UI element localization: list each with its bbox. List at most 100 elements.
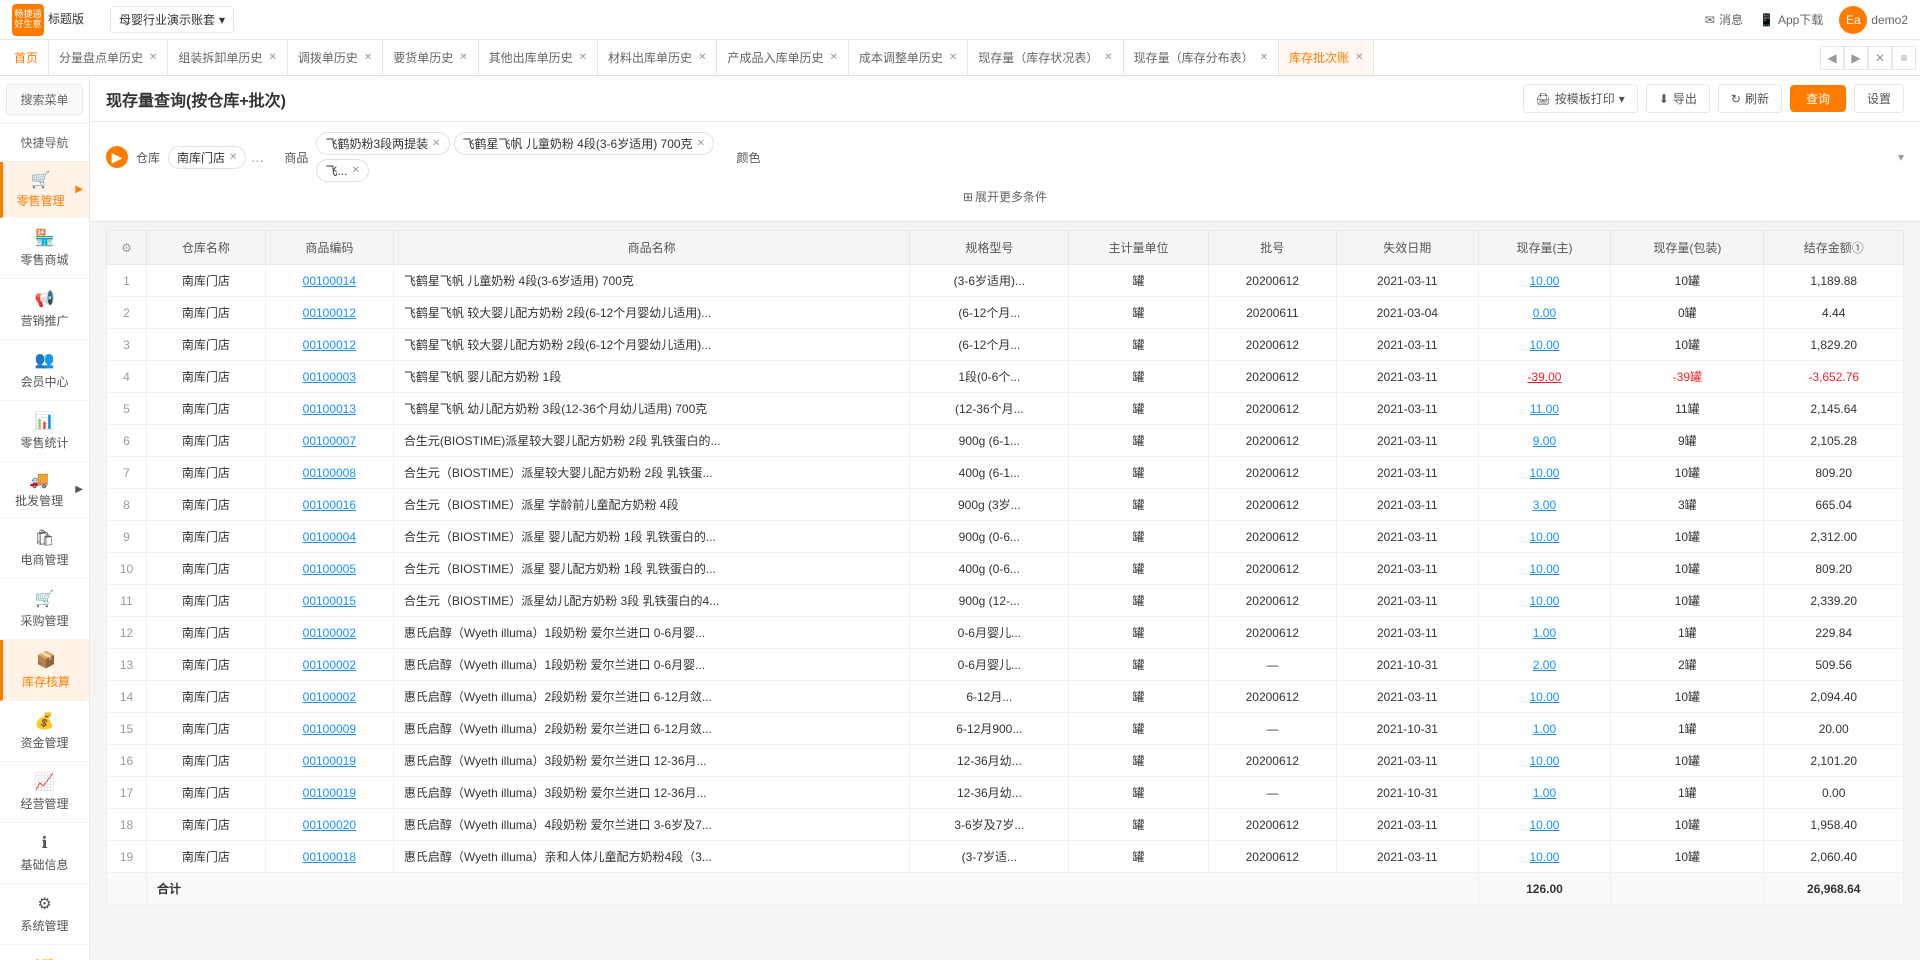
row-qty-main[interactable]: 3.00 (1478, 489, 1611, 521)
tab-close-all-btn[interactable]: ✕ (1868, 46, 1892, 70)
row-code[interactable]: 00100002 (265, 681, 393, 713)
row-code[interactable]: 00100016 (265, 489, 393, 521)
row-qty-main[interactable]: 10.00 (1478, 521, 1611, 553)
sidebar-item-mall[interactable]: 🏪 零售商城 (0, 218, 89, 279)
row-code[interactable]: 00100019 (265, 777, 393, 809)
row-code[interactable]: 00100008 (265, 457, 393, 489)
gear-icon[interactable]: ⚙ (121, 241, 132, 255)
row-code[interactable]: 00100015 (265, 585, 393, 617)
quick-nav-btn[interactable]: 快捷导航 (0, 128, 89, 157)
tab-4[interactable]: 要货单历史 ✕ (383, 40, 478, 76)
row-code[interactable]: 00100005 (265, 553, 393, 585)
row-code[interactable]: 00100009 (265, 713, 393, 745)
row-code[interactable]: 00100004 (265, 521, 393, 553)
row-qty-main[interactable]: 0.00 (1478, 297, 1611, 329)
tab-6-close[interactable]: ✕ (698, 52, 706, 63)
product-tag-2[interactable]: 飞鹤星飞帆 儿童奶粉 4段(3-6岁适用) 700克 ✕ (454, 132, 714, 155)
tab-home[interactable]: 首页 (4, 40, 49, 76)
row-qty-main[interactable]: 1.00 (1478, 617, 1611, 649)
row-code[interactable]: 00100020 (265, 809, 393, 841)
row-qty-main[interactable]: 10.00 (1478, 585, 1611, 617)
message-btn[interactable]: ✉ 消息 (1705, 11, 1743, 28)
sidebar-item-system[interactable]: ⚙ 系统管理 (0, 884, 89, 945)
row-code[interactable]: 00100003 (265, 361, 393, 393)
row-code[interactable]: 00100013 (265, 393, 393, 425)
row-code[interactable]: 00100018 (265, 841, 393, 873)
row-qty-main[interactable]: 9.00 (1478, 425, 1611, 457)
row-code[interactable]: 00100012 (265, 297, 393, 329)
row-qty-main[interactable]: 11.00 (1478, 393, 1611, 425)
col-settings[interactable]: ⚙ (107, 231, 147, 265)
sidebar-item-purchase[interactable]: 🛒 采购管理 (0, 579, 89, 640)
row-code[interactable]: 00100019 (265, 745, 393, 777)
tab-menu-btn[interactable]: ≡ (1892, 46, 1916, 70)
sidebar-item-inventory[interactable]: 📦 库存核算 (0, 640, 89, 701)
warehouse-tag-1-close[interactable]: ✕ (229, 152, 237, 163)
tab-11[interactable]: 库存批次账 ✕ (1279, 40, 1374, 76)
row-code[interactable]: 00100007 (265, 425, 393, 457)
tab-9[interactable]: 现存量（库存状况表） ✕ (968, 40, 1123, 76)
tab-5-close[interactable]: ✕ (579, 52, 587, 63)
settings-btn[interactable]: 设置 (1854, 84, 1904, 113)
tab-8[interactable]: 成本调整单历史 ✕ (849, 40, 968, 76)
sidebar-item-operations[interactable]: 📈 经营管理 (0, 762, 89, 823)
sidebar-item-finance[interactable]: 💰 资金管理 (0, 701, 89, 762)
row-qty-main[interactable]: 10.00 (1478, 745, 1611, 777)
row-qty-main[interactable]: 1.00 (1478, 777, 1611, 809)
tab-7[interactable]: 产成品入库单历史 ✕ (717, 40, 848, 76)
sidebar-item-members[interactable]: 👥 会员中心 (0, 340, 89, 401)
tab-prev-btn[interactable]: ◀ (1820, 46, 1844, 70)
tab-8-close[interactable]: ✕ (949, 52, 957, 63)
product-tag-3-close[interactable]: ✕ (351, 165, 359, 176)
tab-6[interactable]: 材料出库单历史 ✕ (598, 40, 717, 76)
print-btn[interactable]: 🖨 按模板打印 ▾ (1523, 84, 1638, 113)
tab-11-close[interactable]: ✕ (1355, 52, 1363, 63)
row-qty-main[interactable]: 10.00 (1478, 457, 1611, 489)
tab-10-close[interactable]: ✕ (1260, 52, 1268, 63)
search-menu-btn[interactable]: 搜索菜单 (6, 84, 83, 115)
tab-2-close[interactable]: ✕ (268, 52, 276, 63)
row-code[interactable]: 00100012 (265, 329, 393, 361)
tab-9-close[interactable]: ✕ (1104, 52, 1112, 63)
query-btn[interactable]: 查询 (1790, 85, 1846, 112)
row-qty-main[interactable]: 10.00 (1478, 681, 1611, 713)
tab-1-close[interactable]: ✕ (149, 52, 157, 63)
row-qty-main[interactable]: 10.00 (1478, 841, 1611, 873)
tab-3[interactable]: 调拨单历史 ✕ (288, 40, 383, 76)
warehouse-more[interactable]: … (250, 149, 264, 165)
product-tag-1-close[interactable]: ✕ (432, 138, 440, 149)
tab-10[interactable]: 现存量（库存分布表） ✕ (1124, 40, 1279, 76)
sidebar-item-base-info[interactable]: ℹ 基础信息 (0, 823, 89, 884)
tab-1[interactable]: 分量盘点单历史 ✕ (49, 40, 168, 76)
tab-5[interactable]: 其他出库单历史 ✕ (479, 40, 598, 76)
sidebar-item-retail-stats[interactable]: 📊 零售统计 (0, 401, 89, 462)
row-qty-main[interactable]: 10.00 (1478, 809, 1611, 841)
product-tag-2-close[interactable]: ✕ (697, 138, 705, 149)
expand-more-btn[interactable]: ⊞ 展开更多条件 (963, 188, 1047, 205)
filter-toggle-btn[interactable]: ▶ (106, 146, 128, 168)
color-dropdown-icon[interactable]: ▾ (1898, 150, 1904, 164)
sidebar-item-retail[interactable]: 🛒 零售管理 ▶ (0, 162, 89, 218)
workspace-selector[interactable]: 母婴行业演示账套 ▾ (110, 6, 234, 33)
tab-next-btn[interactable]: ▶ (1844, 46, 1868, 70)
row-qty-main[interactable]: 10.00 (1478, 329, 1611, 361)
product-tag-1[interactable]: 飞鹤奶粉3段两提装 ✕ (316, 132, 449, 155)
sidebar-item-wholesale[interactable]: 🚚 批发管理 ▶ (0, 462, 89, 518)
sidebar-item-ecommerce[interactable]: 🛍 电商管理 (0, 518, 89, 579)
row-code[interactable]: 00100002 (265, 617, 393, 649)
sidebar-item-marketing[interactable]: 📢 营销推广 (0, 279, 89, 340)
refresh-btn[interactable]: ↻ 刷新 (1718, 84, 1782, 113)
row-qty-main[interactable]: 2.00 (1478, 649, 1611, 681)
app-download-btn[interactable]: 📱 App下载 (1759, 11, 1823, 28)
user-info[interactable]: Ea demo2 (1839, 6, 1908, 34)
sidebar-item-collab[interactable]: 🤝 企业协同 (0, 945, 89, 960)
tab-3-close[interactable]: ✕ (364, 52, 372, 63)
product-tag-3[interactable]: 飞... ✕ (316, 159, 368, 182)
row-qty-main[interactable]: -39.00 (1478, 361, 1611, 393)
row-qty-main[interactable]: 10.00 (1478, 553, 1611, 585)
tab-2[interactable]: 组装拆卸单历史 ✕ (168, 40, 287, 76)
warehouse-tag-1[interactable]: 南库门店 ✕ (168, 146, 246, 169)
export-btn[interactable]: ⬇ 导出 (1646, 84, 1710, 113)
row-code[interactable]: 00100014 (265, 265, 393, 297)
row-qty-main[interactable]: 10.00 (1478, 265, 1611, 297)
